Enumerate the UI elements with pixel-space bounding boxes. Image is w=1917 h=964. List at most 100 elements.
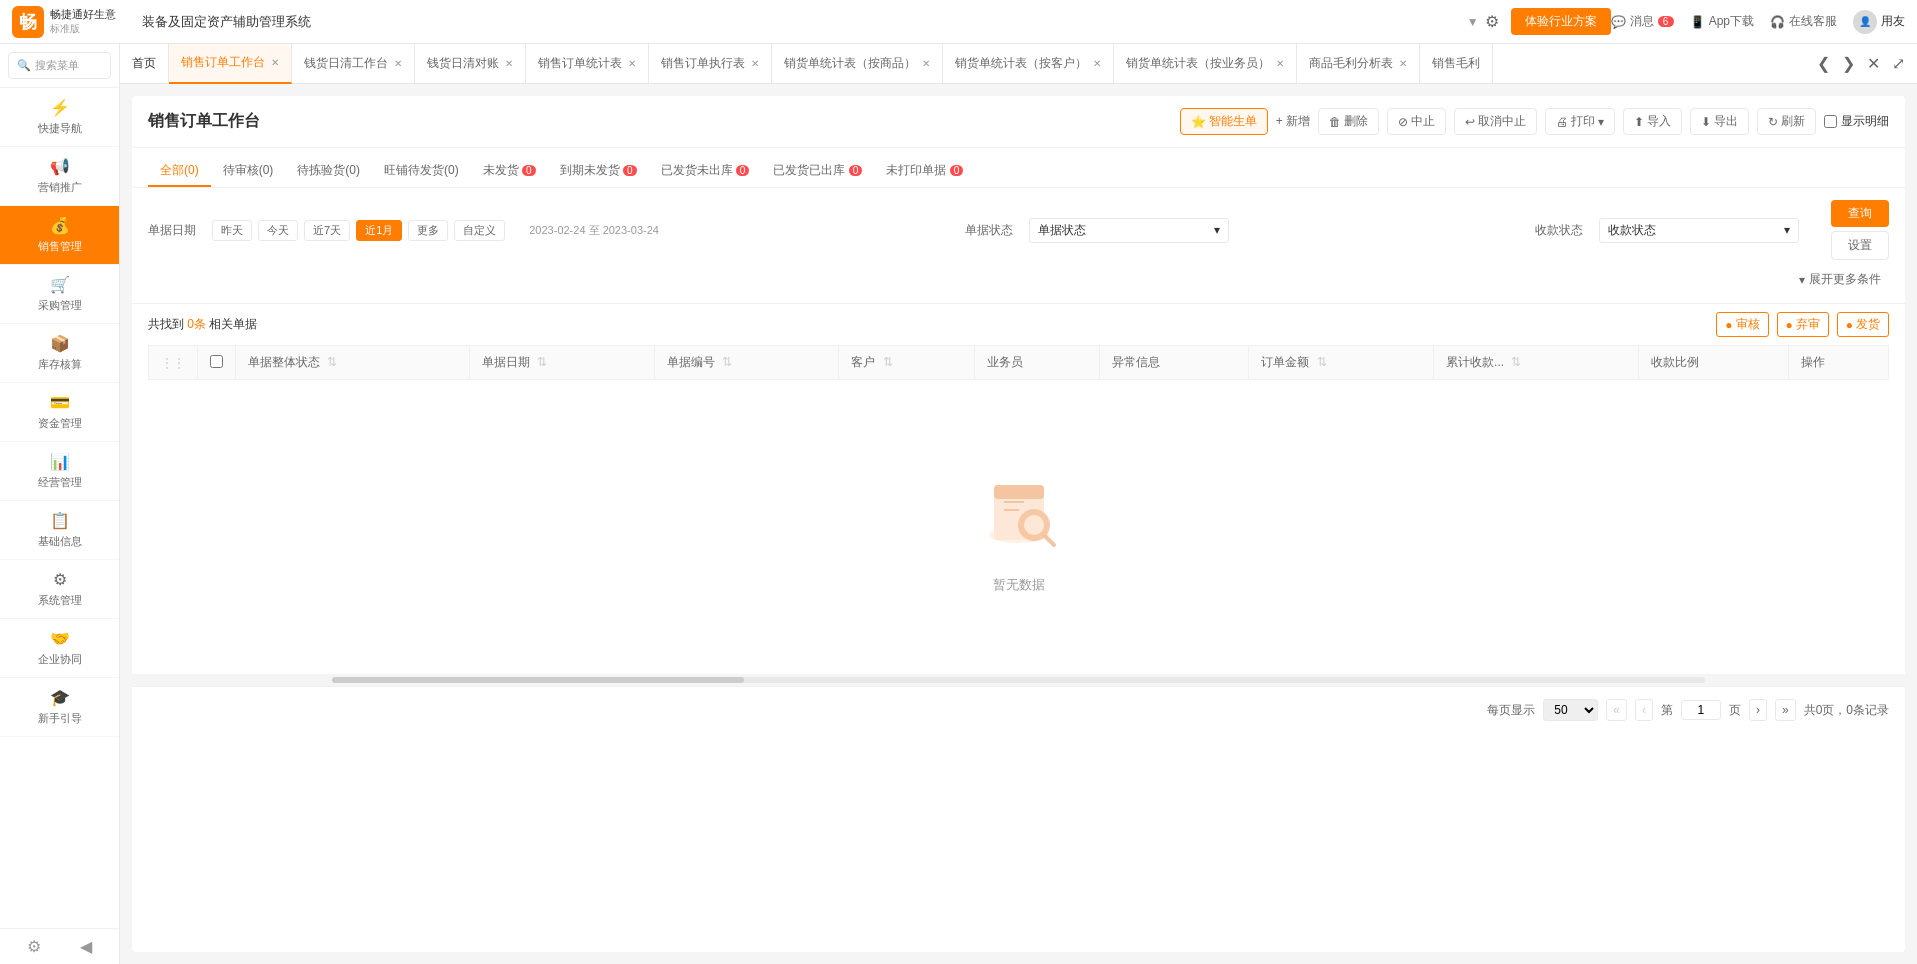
- expand-conditions-btn[interactable]: ▾ 展开更多条件: [1791, 268, 1889, 291]
- date-btn-7days[interactable]: 近7天: [304, 220, 350, 241]
- sub-tab-pending-review[interactable]: 待审核(0): [211, 156, 286, 187]
- empty-state: 暂无数据: [132, 380, 1905, 674]
- tab-cash-reconcile[interactable]: 钱货日清对账 ✕: [415, 44, 526, 84]
- sort-icon[interactable]: ⇅: [1317, 355, 1327, 369]
- sub-tab-overdue-not-shipped[interactable]: 到期未发货 0: [548, 156, 649, 187]
- tab-prev-btn[interactable]: ❮: [1813, 50, 1834, 77]
- page-size-select[interactable]: 20 50 100: [1543, 699, 1598, 721]
- sidebar-item-finance[interactable]: 💳 资金管理: [0, 383, 119, 442]
- page-size-label: 每页显示: [1487, 702, 1535, 719]
- sidebar-item-basic[interactable]: 📋 基础信息: [0, 501, 119, 560]
- status-select[interactable]: 单据状态 ▾: [1029, 218, 1229, 243]
- data-table: ⋮⋮ 单据整体状态 ⇅: [148, 345, 1889, 380]
- show-detail-label[interactable]: 显示明细: [1824, 113, 1889, 130]
- sidebar-item-purchase[interactable]: 🛒 采购管理: [0, 265, 119, 324]
- next-page-btn[interactable]: ›: [1749, 699, 1767, 721]
- cancel-stop-btn[interactable]: ↩ 取消中止: [1454, 108, 1537, 135]
- sidebar-item-sales[interactable]: 💰 销售管理: [0, 206, 119, 265]
- show-detail-checkbox[interactable]: [1824, 115, 1837, 128]
- tab-sales-order-stats[interactable]: 销售订单统计表 ✕: [526, 44, 649, 84]
- top-bar: 畅 畅捷通好生意 标准版 装备及固定资产辅助管理系统 ▼ ⚙ 体验行业方案 💬 …: [0, 0, 1917, 44]
- sidebar-settings-icon[interactable]: ⚙: [27, 937, 41, 956]
- sidebar-collapse-icon[interactable]: ◀: [80, 937, 92, 956]
- sub-tab-shipped-not-warehoused[interactable]: 已发货未出库 0: [649, 156, 762, 187]
- sub-tab-all[interactable]: 全部(0): [148, 156, 211, 187]
- sidebar-item-operation[interactable]: 📊 经营管理: [0, 442, 119, 501]
- sub-tab-wangpu-pending-ship[interactable]: 旺铺待发货(0): [372, 156, 471, 187]
- smart-btn[interactable]: ⭐ 智能生单: [1180, 108, 1268, 135]
- import-btn[interactable]: ⬆ 导入: [1623, 108, 1682, 135]
- tab-close-icon[interactable]: ✕: [628, 58, 636, 69]
- set-btn[interactable]: 设置: [1831, 231, 1889, 260]
- last-page-btn[interactable]: »: [1775, 699, 1796, 721]
- sort-icon[interactable]: ⇅: [722, 355, 732, 369]
- sub-tab-pending-inspect[interactable]: 待拣验货(0): [285, 156, 372, 187]
- tab-sales-order-exec[interactable]: 销售订单执行表 ✕: [649, 44, 772, 84]
- sort-icon[interactable]: ⇅: [883, 355, 893, 369]
- tab-close-icon[interactable]: ✕: [505, 58, 513, 69]
- tab-sales-profit[interactable]: 销售毛利: [1420, 44, 1493, 84]
- sort-icon[interactable]: ⇅: [327, 355, 337, 369]
- date-btn-1month[interactable]: 近1月: [356, 220, 402, 241]
- tab-home[interactable]: 首页: [120, 44, 169, 84]
- date-btn-more[interactable]: 更多: [408, 220, 448, 241]
- sub-tab-shipped-warehoused[interactable]: 已发货已出库 0: [761, 156, 874, 187]
- query-btn[interactable]: 查询: [1831, 200, 1889, 227]
- app-download-btn[interactable]: 📱 App下载: [1690, 13, 1754, 30]
- tab-close-icon[interactable]: ✕: [922, 58, 930, 69]
- sidebar-item-inventory[interactable]: 📦 库存核算: [0, 324, 119, 383]
- payment-select[interactable]: 收款状态 ▾: [1599, 218, 1799, 243]
- scroll-thumb[interactable]: [332, 677, 744, 683]
- sub-tab-not-shipped[interactable]: 未发货 0: [471, 156, 548, 187]
- tab-close-icon[interactable]: ✕: [394, 58, 402, 69]
- date-btn-custom[interactable]: 自定义: [454, 220, 505, 241]
- th-status: 单据整体状态 ⇅: [236, 346, 470, 380]
- online-service-btn[interactable]: 🎧 在线客服: [1770, 13, 1837, 30]
- stop-btn[interactable]: ⊘ 中止: [1387, 108, 1446, 135]
- tab-sales-stats-product[interactable]: 销货单统计表（按商品） ✕: [772, 44, 943, 84]
- date-btn-yesterday[interactable]: 昨天: [212, 220, 252, 241]
- approve-btn[interactable]: ● 审核: [1716, 312, 1768, 337]
- settings-icon[interactable]: ⚙: [1485, 12, 1499, 31]
- select-all-checkbox[interactable]: [210, 355, 223, 368]
- industry-btn[interactable]: 体验行业方案: [1511, 8, 1611, 35]
- export-btn[interactable]: ⬇ 导出: [1690, 108, 1749, 135]
- tab-close-icon[interactable]: ✕: [751, 58, 759, 69]
- ship-btn[interactable]: ● 发货: [1837, 312, 1889, 337]
- th-checkbox[interactable]: [198, 346, 236, 380]
- page-input[interactable]: [1681, 700, 1721, 720]
- first-page-btn[interactable]: «: [1606, 699, 1627, 721]
- sidebar-item-quick-nav[interactable]: ⚡ 快捷导航: [0, 88, 119, 147]
- tab-sales-stats-customer[interactable]: 销货单统计表（按客户） ✕: [943, 44, 1114, 84]
- date-btn-today[interactable]: 今天: [258, 220, 298, 241]
- delete-btn[interactable]: 🗑 删除: [1318, 108, 1379, 135]
- tab-maximize-btn[interactable]: ⤢: [1888, 50, 1909, 77]
- tab-close-icon[interactable]: ✕: [1276, 58, 1284, 69]
- prev-page-btn[interactable]: ‹: [1635, 699, 1653, 721]
- tab-sales-order-workbench[interactable]: 销售订单工作台 ✕: [169, 44, 292, 84]
- scroll-bar[interactable]: [332, 677, 1705, 683]
- sidebar-item-guide[interactable]: 🎓 新手引导: [0, 678, 119, 737]
- tab-close-all-btn[interactable]: ✕: [1863, 50, 1884, 77]
- user-menu[interactable]: 👤 用友: [1853, 10, 1905, 34]
- refresh-btn[interactable]: ↻ 刷新: [1757, 108, 1816, 135]
- sidebar-item-system[interactable]: ⚙ 系统管理: [0, 560, 119, 619]
- sort-icon[interactable]: ⇅: [1511, 355, 1521, 369]
- print-btn[interactable]: 🖨 打印 ▾: [1545, 108, 1615, 135]
- sort-icon[interactable]: ⇅: [537, 355, 547, 369]
- tab-close-icon[interactable]: ✕: [1093, 58, 1101, 69]
- tab-sales-stats-staff[interactable]: 销货单统计表（按业务员） ✕: [1114, 44, 1297, 84]
- add-btn[interactable]: + 新增: [1276, 113, 1310, 130]
- tab-daily-cash[interactable]: 钱货日清工作台 ✕: [292, 44, 415, 84]
- sidebar-item-marketing[interactable]: 📢 营销推广: [0, 147, 119, 206]
- sidebar-search-btn[interactable]: 🔍 搜索菜单: [8, 52, 111, 79]
- unapprove-btn[interactable]: ● 弃审: [1777, 312, 1829, 337]
- tab-next-btn[interactable]: ❯: [1838, 50, 1859, 77]
- message-btn[interactable]: 💬 消息 6: [1611, 13, 1674, 30]
- horizontal-scrollbar[interactable]: [132, 674, 1905, 686]
- tab-product-margin[interactable]: 商品毛利分析表 ✕: [1297, 44, 1420, 84]
- sub-tab-not-printed[interactable]: 未打印单据 0: [874, 156, 975, 187]
- tab-close-icon[interactable]: ✕: [271, 57, 279, 68]
- sidebar-item-cooperation[interactable]: 🤝 企业协同: [0, 619, 119, 678]
- tab-close-icon[interactable]: ✕: [1399, 58, 1407, 69]
